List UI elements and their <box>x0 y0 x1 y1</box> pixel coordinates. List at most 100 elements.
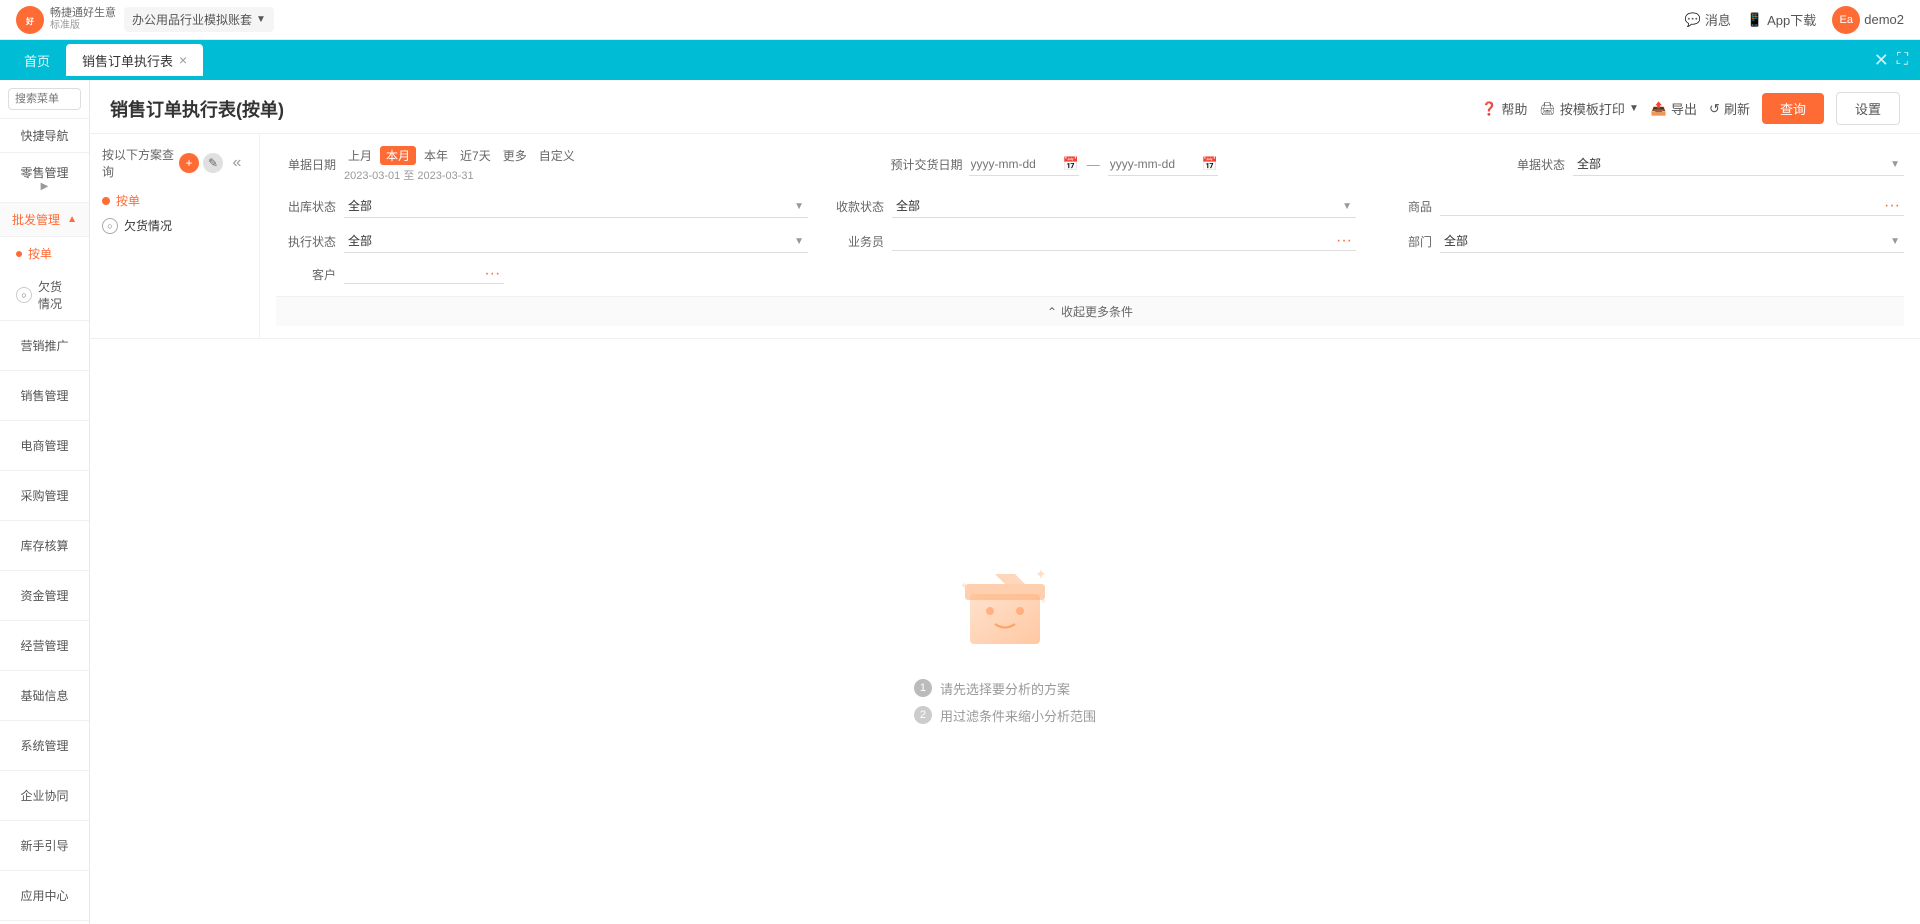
date-tab-last-month[interactable]: 上月 <box>344 146 376 165</box>
active-dot-icon <box>102 197 110 205</box>
chevron-down-icon: ▲ <box>67 214 77 225</box>
settings-button[interactable]: 设置 <box>1836 92 1900 125</box>
payment-status-label: 收款状态 <box>824 198 884 215</box>
nav-tabs-right: ✕ ⛶ <box>1874 50 1920 71</box>
date-tab-custom[interactable]: 自定义 <box>535 146 579 165</box>
svg-text:✦: ✦ <box>1040 597 1047 606</box>
query-button[interactable]: 查询 <box>1762 93 1824 124</box>
filter-fields: 单据日期 上月 本月 本年 近7天 更多 自定义 20 <box>260 134 1920 338</box>
page-header: 销售订单执行表(按单) ❓ 帮助 🖨 按模板打印 ▼ 📤 导出 <box>90 80 1920 134</box>
date-tab-7days[interactable]: 近7天 <box>456 146 495 165</box>
warehouse-status-field: 出库状态 全部 未出库 部分出库 已出库 ▼ <box>276 195 808 218</box>
sidebar-item-quick-nav[interactable]: 快捷导航 <box>0 119 89 153</box>
department-label: 部门 <box>1372 233 1432 250</box>
sidebar-item-enterprise[interactable]: 企业协同 <box>0 771 89 821</box>
chevron-right-icon: ▶ <box>41 181 49 192</box>
wholesale-submenu: 按单 ○ 欠货情况 <box>0 237 89 321</box>
expected-date-end[interactable] <box>1108 153 1198 175</box>
tip-number-1: 1 <box>914 679 932 697</box>
exec-status-field: 执行状态 全部 执行中 已完成 ▼ <box>276 230 808 253</box>
exec-status-select[interactable]: 全部 执行中 已完成 <box>344 230 808 252</box>
expected-date-field: 预计交货日期 📅 — 📅 <box>891 153 1490 176</box>
sidebar-item-retail-mgmt[interactable]: 零售管理 ▶ <box>0 153 89 203</box>
filter-scheme: 按以下方案查询 + ✎ « 按单 ○ 欠货情况 <box>90 134 260 338</box>
circle-icon: ○ <box>16 287 32 303</box>
expected-date-label: 预计交货日期 <box>891 156 961 173</box>
sidebar-item-debt[interactable]: ○ 欠货情况 <box>0 270 89 320</box>
main-layout: 快捷导航 零售管理 ▶ 批发管理 ▲ 按单 ○ 欠货情况 营销推广 销售管理 <box>0 80 1920 924</box>
customer-field: 客户 ··· <box>276 265 504 284</box>
maximize-icon[interactable]: ⛶ <box>1897 51 1908 69</box>
expected-date-start[interactable] <box>969 153 1059 175</box>
message-button[interactable]: 💬 消息 <box>1685 10 1731 29</box>
sidebar-search-area <box>0 80 89 119</box>
customer-picker-button[interactable]: ··· <box>480 265 504 283</box>
date-tab-this-month[interactable]: 本月 <box>380 146 416 165</box>
sidebar-item-finance[interactable]: 资金管理 <box>0 571 89 621</box>
filter-panel: 按以下方案查询 + ✎ « 按单 ○ 欠货情况 <box>90 134 1920 339</box>
close-tab-icon[interactable]: × <box>179 53 187 67</box>
sidebar-item-system[interactable]: 系统管理 <box>0 721 89 771</box>
sidebar-item-sales-mgmt[interactable]: 销售管理 <box>0 371 89 421</box>
sidebar-item-purchase[interactable]: 采购管理 <box>0 471 89 521</box>
nav-tabs: 首页 销售订单执行表 × ✕ ⛶ <box>0 40 1920 80</box>
goods-field: 商品 ··· <box>1372 197 1904 216</box>
tab-sales-exec[interactable]: 销售订单执行表 × <box>66 44 203 76</box>
department-select[interactable]: 全部 <box>1440 230 1904 252</box>
page-title: 销售订单执行表(按单) <box>110 96 284 122</box>
sidebar-item-by-order[interactable]: 按单 <box>0 237 89 270</box>
export-button[interactable]: 📤 导出 <box>1651 99 1697 118</box>
salesperson-label: 业务员 <box>824 233 884 250</box>
sidebar-item-basic-info[interactable]: 基础信息 <box>0 671 89 721</box>
sidebar-item-wholesale-mgmt[interactable]: 批发管理 ▲ <box>0 203 89 237</box>
export-icon: 📤 <box>1651 101 1667 117</box>
search-input[interactable] <box>8 88 81 110</box>
sidebar-item-ecommerce[interactable]: 电商管理 <box>0 421 89 471</box>
print-button[interactable]: 🖨 按模板打印 ▼ <box>1539 99 1638 118</box>
payment-status-select[interactable]: 全部 未收款 部分收款 已收款 <box>892 195 1356 217</box>
empty-tip-2: 2 用过滤条件来缩小分析范围 <box>914 706 1096 725</box>
edit-scheme-button[interactable]: ✎ <box>203 153 223 173</box>
date-tabs: 上月 本月 本年 近7天 更多 自定义 <box>344 146 875 165</box>
refresh-button[interactable]: ↺ 刷新 <box>1709 99 1750 118</box>
scheme-item-by-order[interactable]: 按单 <box>102 188 247 213</box>
user-profile[interactable]: Ea demo2 <box>1832 6 1904 34</box>
active-dot-icon <box>16 251 22 257</box>
sidebar-item-guide[interactable]: 新手引导 <box>0 821 89 871</box>
scheme-item-debt[interactable]: ○ 欠货情况 <box>102 213 247 238</box>
close-window-icon[interactable]: ✕ <box>1874 50 1889 71</box>
expected-date-start-wrap: 📅 <box>969 153 1079 176</box>
goods-label: 商品 <box>1372 198 1432 215</box>
print-icon: 🖨 <box>1539 101 1556 117</box>
tab-home[interactable]: 首页 <box>8 44 66 76</box>
add-scheme-button[interactable]: + <box>179 153 199 173</box>
customer-label: 客户 <box>276 266 336 283</box>
sidebar-item-app-center[interactable]: 应用中心 <box>0 871 89 921</box>
date-tab-this-year[interactable]: 本年 <box>420 146 452 165</box>
payment-status-wrapper: 全部 未收款 部分收款 已收款 ▼ <box>892 195 1356 218</box>
page-content: 销售订单执行表(按单) ❓ 帮助 🖨 按模板打印 ▼ 📤 导出 <box>90 80 1920 924</box>
sidebar-item-marketing[interactable]: 营销推广 <box>0 321 89 371</box>
date-label: 单据日期 <box>276 156 336 173</box>
tip-number-2: 2 <box>914 706 932 724</box>
app-selector[interactable]: 办公用品行业模拟账套 ▼ <box>124 7 274 32</box>
warehouse-status-select[interactable]: 全部 未出库 部分出库 已出库 <box>344 195 808 217</box>
logo-text: 畅捷通好生意 标准版 <box>50 7 116 32</box>
chevron-down-icon: ▼ <box>1629 103 1639 114</box>
collapse-icon: ⌃ <box>1047 305 1057 319</box>
help-button[interactable]: ❓ 帮助 <box>1481 99 1527 118</box>
goods-picker-button[interactable]: ··· <box>1880 197 1904 215</box>
doc-status-select[interactable]: 全部 草稿 已审核 已完成 <box>1573 153 1904 175</box>
salesperson-field: 业务员 ··· <box>824 232 1356 251</box>
app-download-button[interactable]: 📱 App下载 <box>1747 10 1816 29</box>
svg-text:好: 好 <box>25 16 34 26</box>
filter-row-3: 执行状态 全部 执行中 已完成 ▼ 业务员 <box>276 230 1904 253</box>
date-field: 单据日期 上月 本月 本年 近7天 更多 自定义 20 <box>276 146 875 183</box>
collapse-more-button[interactable]: ⌃ 收起更多条件 <box>276 296 1904 326</box>
date-tab-more[interactable]: 更多 <box>499 146 531 165</box>
warehouse-status-label: 出库状态 <box>276 198 336 215</box>
sidebar-item-inventory[interactable]: 库存核算 <box>0 521 89 571</box>
collapse-scheme-button[interactable]: « <box>227 153 247 173</box>
sidebar-item-operations[interactable]: 经营管理 <box>0 621 89 671</box>
salesperson-picker-button[interactable]: ··· <box>1332 232 1356 250</box>
